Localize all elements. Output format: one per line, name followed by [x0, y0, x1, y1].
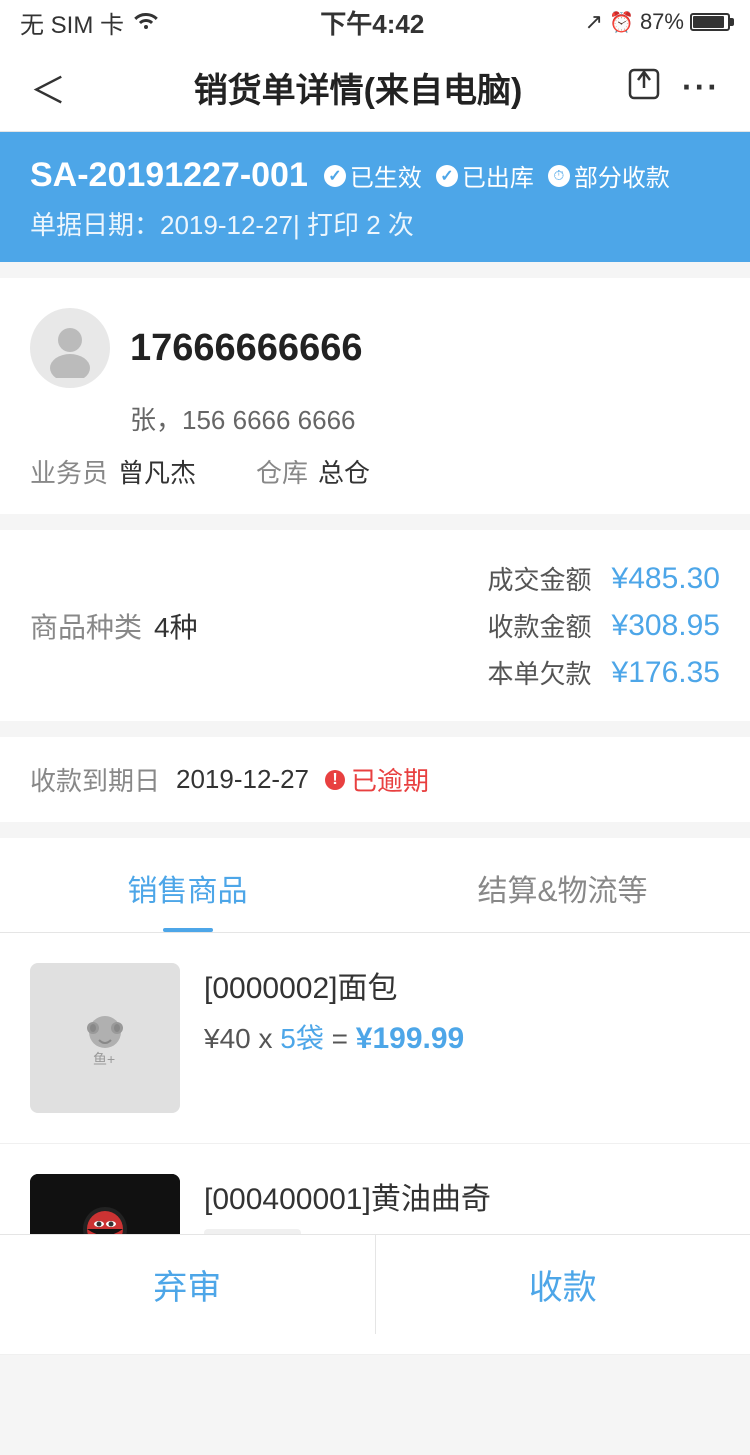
product-name-1: [0000002]面包: [204, 963, 720, 1007]
badge-shipped: ✓ 已出库: [436, 158, 534, 193]
clock-icon: ⏱: [553, 167, 564, 184]
product-total-1: ¥199.99: [356, 1022, 464, 1055]
battery-percent: 87%: [640, 9, 684, 35]
badges: ✓ 已生效 ✓ 已出库 ⏱ 部分收款: [324, 158, 670, 193]
order-id: SA-20191227-001: [30, 156, 308, 195]
status-right: ↗ ⏰ 87%: [585, 9, 730, 35]
tab-sales-products[interactable]: 销售商品: [0, 838, 375, 932]
header-banner: SA-20191227-001 ✓ 已生效 ✓ 已出库 ⏱ 部分收款 单据日期：…: [0, 132, 750, 262]
stat-deal: 成交金额 ¥485.30: [488, 560, 720, 597]
stat-debt: 本单欠款 ¥176.35: [488, 654, 720, 691]
status-time: 下午4:42: [320, 4, 424, 41]
customer-sub: 张，156 6666 6666: [30, 400, 720, 437]
carrier-text: 无 SIM 卡: [20, 5, 124, 40]
tab-settlement[interactable]: 结算&物流等: [375, 838, 750, 932]
back-button[interactable]: ＜: [30, 62, 90, 114]
customer-section: 17666666666 张，156 6666 6666 业务员 曾凡杰 仓库 总…: [0, 278, 750, 514]
battery-icon: [690, 13, 730, 31]
cancel-audit-button[interactable]: 弃审: [0, 1235, 376, 1334]
status-carrier: 无 SIM 卡: [20, 5, 160, 40]
badge-partial: ⏱ 部分收款: [548, 158, 670, 193]
stats-right: 成交金额 ¥485.30 收款金额 ¥308.95 本单欠款 ¥176.35: [385, 560, 720, 691]
tabs-section: 销售商品 结算&物流等: [0, 838, 750, 933]
nav-title: 销货单详情(来自电脑): [90, 63, 626, 112]
share-icon[interactable]: [626, 66, 662, 110]
product-item-1: 鱼+ [0000002]面包 ¥40 x 5袋 = ¥199.99: [0, 933, 750, 1144]
collect-payment-button[interactable]: 收款: [376, 1235, 750, 1334]
more-icon[interactable]: ···: [682, 69, 720, 106]
customer-row: 17666666666: [30, 308, 720, 388]
location-icon: ↗: [585, 9, 603, 35]
wifi-icon: [132, 8, 160, 36]
customer-meta: 业务员 曾凡杰 仓库 总仓: [30, 453, 720, 490]
product-price-1: ¥40 x 5袋 = ¥199.99: [204, 1017, 720, 1057]
alarm-icon: ⏰: [609, 10, 634, 35]
product-thumb-1: 鱼+: [30, 963, 180, 1113]
stats-left: 商品种类 4种: [30, 560, 365, 691]
customer-id: 17666666666: [130, 327, 362, 370]
product-qty-1: 5袋: [280, 1023, 324, 1054]
nav-actions: ···: [626, 66, 720, 110]
tabs-row: 销售商品 结算&物流等: [0, 838, 750, 933]
bottom-bar: 弃审 收款: [0, 1234, 750, 1334]
meta-warehouse: 仓库 总仓: [256, 453, 370, 490]
nav-bar: ＜ 销货单详情(来自电脑) ···: [0, 44, 750, 132]
meta-sales: 业务员 曾凡杰: [30, 453, 196, 490]
product-name-2: [000400001]黄油曲奇: [204, 1174, 720, 1218]
status-bar: 无 SIM 卡 下午4:42 ↗ ⏰ 87%: [0, 0, 750, 44]
overdue-dot-icon: !: [325, 770, 345, 790]
check-icon-2: ✓: [440, 166, 453, 186]
header-date: 单据日期：2019-12-27| 打印 2 次: [30, 205, 720, 242]
due-section: 收款到期日 2019-12-27 ! 已逾期: [0, 737, 750, 822]
overdue-badge: ! 已逾期: [325, 761, 429, 798]
svg-text:鱼+: 鱼+: [93, 1051, 115, 1067]
product-info-1: [0000002]面包 ¥40 x 5袋 = ¥199.99: [204, 963, 720, 1057]
stats-section: 商品种类 4种 成交金额 ¥485.30 收款金额 ¥308.95 本单欠款 ¥…: [0, 530, 750, 721]
stat-receipt: 收款金额 ¥308.95: [488, 607, 720, 644]
check-icon: ✓: [328, 166, 341, 186]
badge-effective: ✓ 已生效: [324, 158, 422, 193]
avatar: [30, 308, 110, 388]
